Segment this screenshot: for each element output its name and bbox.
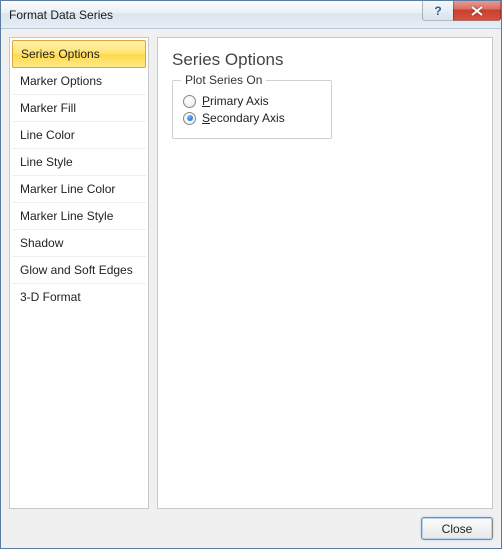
category-sidebar: Series Options Marker Options Marker Fil…: [9, 37, 149, 509]
radio-primary-axis[interactable]: Primary Axis: [183, 94, 321, 108]
sidebar-item-series-options[interactable]: Series Options: [12, 40, 146, 68]
sidebar-item-glow-soft-edges[interactable]: Glow and Soft Edges: [12, 257, 146, 284]
sidebar-item-label: Series Options: [21, 47, 100, 61]
sidebar-item-label: Marker Fill: [20, 101, 76, 115]
client-area: Series Options Marker Options Marker Fil…: [1, 29, 501, 548]
button-row: Close: [9, 509, 493, 540]
plot-series-on-group: Plot Series On Primary Axis Secondary Ax…: [172, 80, 332, 139]
radio-secondary-axis[interactable]: Secondary Axis: [183, 111, 321, 125]
help-icon: ?: [434, 4, 441, 18]
sidebar-item-marker-line-color[interactable]: Marker Line Color: [12, 176, 146, 203]
sidebar-item-shadow[interactable]: Shadow: [12, 230, 146, 257]
radio-label: Primary Axis: [202, 94, 269, 108]
titlebar[interactable]: Format Data Series ?: [1, 1, 501, 29]
radio-label: Secondary Axis: [202, 111, 285, 125]
group-legend: Plot Series On: [181, 73, 266, 87]
radio-icon: [183, 112, 196, 125]
sidebar-item-label: Marker Options: [20, 74, 102, 88]
sidebar-item-marker-fill[interactable]: Marker Fill: [12, 95, 146, 122]
dialog-window: Format Data Series ? Series Options Mark…: [0, 0, 502, 549]
close-button[interactable]: Close: [421, 517, 493, 540]
sidebar-item-marker-options[interactable]: Marker Options: [12, 68, 146, 95]
window-close-button[interactable]: [453, 1, 501, 21]
panel-heading: Series Options: [172, 50, 478, 70]
radio-dot-icon: [187, 115, 193, 121]
sidebar-item-line-color[interactable]: Line Color: [12, 122, 146, 149]
sidebar-item-label: Marker Line Color: [20, 182, 115, 196]
help-button[interactable]: ?: [422, 1, 454, 21]
sidebar-item-label: Marker Line Style: [20, 209, 113, 223]
sidebar-item-label: Line Style: [20, 155, 73, 169]
sidebar-item-label: Shadow: [20, 236, 63, 250]
sidebar-item-label: Glow and Soft Edges: [20, 263, 133, 277]
main-panel: Series Options Plot Series On Primary Ax…: [157, 37, 493, 509]
sidebar-item-marker-line-style[interactable]: Marker Line Style: [12, 203, 146, 230]
window-title: Format Data Series: [9, 8, 113, 22]
close-icon: [471, 6, 483, 16]
sidebar-item-label: 3-D Format: [20, 290, 81, 304]
window-controls: ?: [423, 1, 501, 21]
radio-icon: [183, 95, 196, 108]
sidebar-item-label: Line Color: [20, 128, 75, 142]
sidebar-item-line-style[interactable]: Line Style: [12, 149, 146, 176]
content-row: Series Options Marker Options Marker Fil…: [9, 37, 493, 509]
sidebar-item-3d-format[interactable]: 3-D Format: [12, 284, 146, 310]
